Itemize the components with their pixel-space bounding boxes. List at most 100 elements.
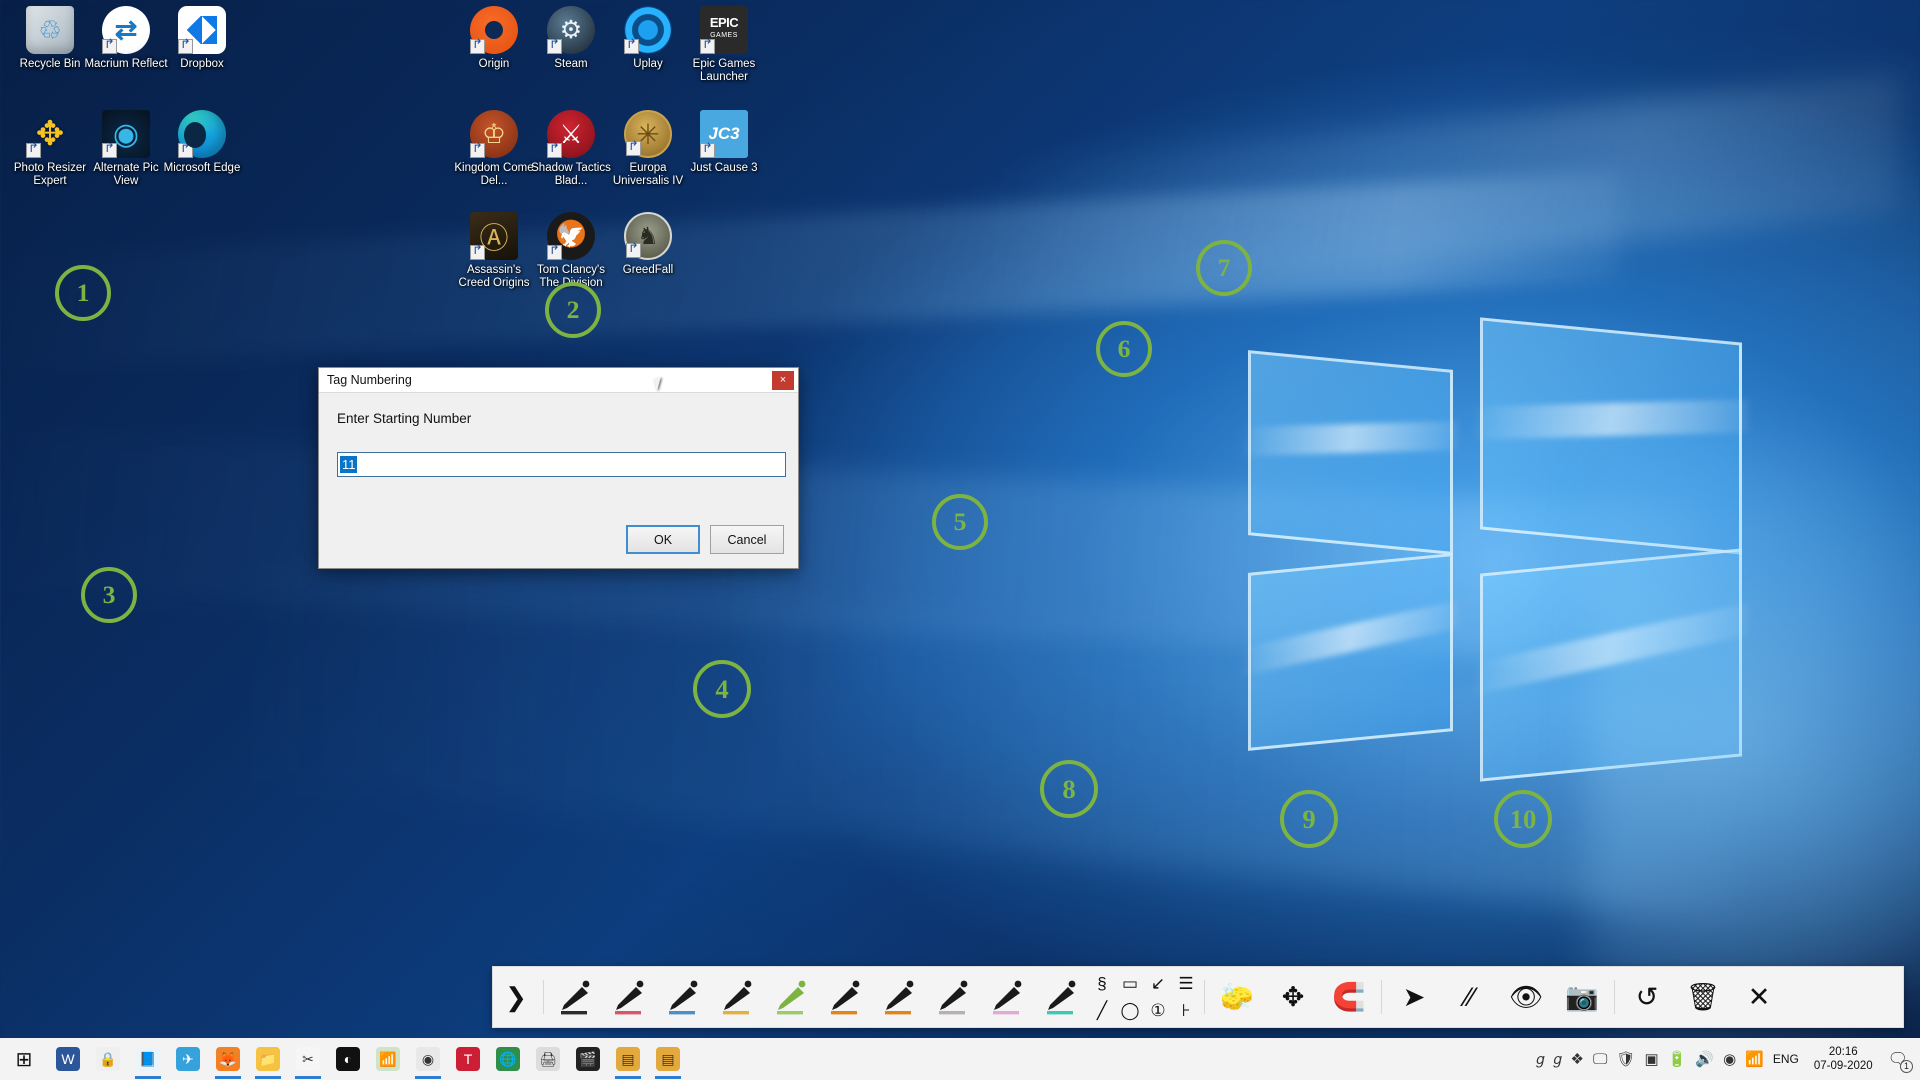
- tray-display[interactable]: 🖵: [1593, 1051, 1607, 1068]
- taskbar-window-app-1[interactable]: ▤: [608, 1038, 648, 1080]
- taskbar-globe-app[interactable]: 🌐: [488, 1038, 528, 1080]
- desktop-icon[interactable]: Steam: [527, 6, 615, 71]
- desktop-icon[interactable]: Assassin's Creed Origins: [450, 212, 538, 290]
- number-tag[interactable]: 9: [1280, 790, 1338, 848]
- taskbar-password-lock[interactable]: 🔒: [88, 1038, 128, 1080]
- photo-resizer-expert-icon: [26, 110, 74, 158]
- highlighter-orange[interactable]: [872, 968, 926, 1026]
- tray-grammarly-1[interactable]: 𝑔: [1536, 1051, 1544, 1068]
- tray-volume[interactable]: 🔊: [1695, 1050, 1714, 1068]
- eraser-tool[interactable]: 🧽: [1209, 968, 1265, 1026]
- taskbar-snipping-tool[interactable]: ✂: [288, 1038, 328, 1080]
- pen-red[interactable]: [602, 968, 656, 1026]
- tray-dropbox[interactable]: ❖: [1571, 1050, 1584, 1068]
- rectangle-tool[interactable]: ▭: [1122, 975, 1138, 992]
- taskbar-t-app[interactable]: T: [448, 1038, 488, 1080]
- screenshot-button[interactable]: 📷: [1554, 968, 1610, 1026]
- number-tag[interactable]: 3: [81, 567, 137, 623]
- pen-black[interactable]: [548, 968, 602, 1026]
- pen-yellow[interactable]: [710, 968, 764, 1026]
- origin-icon: [470, 6, 518, 54]
- tray-security[interactable]: 🛡: [1616, 1050, 1635, 1068]
- desktop-icon[interactable]: Dropbox: [158, 6, 246, 71]
- taskbar-file-viewer[interactable]: 📘: [128, 1038, 168, 1080]
- numbered-circle-tool[interactable]: ①: [1150, 1002, 1165, 1019]
- logo-pane: [1248, 553, 1453, 751]
- select-cursor-tool[interactable]: ➤: [1386, 968, 1442, 1026]
- pen-grey[interactable]: [926, 968, 980, 1026]
- undo-button[interactable]: ↺: [1619, 968, 1675, 1026]
- start-button[interactable]: ⊞: [0, 1038, 48, 1080]
- pen-green[interactable]: [764, 968, 818, 1026]
- desktop-icon[interactable]: Tom Clancy's The Division: [527, 212, 615, 290]
- taskbar-printer-app[interactable]: 🖨: [528, 1038, 568, 1080]
- number-tag[interactable]: 2: [545, 282, 601, 338]
- notification-center-button[interactable]: 🗨 1: [1888, 1049, 1913, 1073]
- desktop-icon[interactable]: Just Cause 3: [680, 110, 768, 175]
- move-tool[interactable]: ✥: [1265, 968, 1321, 1026]
- tray-network[interactable]: 📶: [1745, 1050, 1764, 1068]
- desktop-icon[interactable]: Uplay: [604, 6, 692, 71]
- taskbar-firefox[interactable]: 🦊: [208, 1038, 248, 1080]
- taskbar-black-app[interactable]: ◐: [328, 1038, 368, 1080]
- taskbar-word[interactable]: W: [48, 1038, 88, 1080]
- desktop-icon[interactable]: Shadow Tactics Blad...: [527, 110, 615, 188]
- taskbar-video-editor[interactable]: 🎬: [568, 1038, 608, 1080]
- number-tag[interactable]: 8: [1040, 760, 1098, 818]
- taskbar-chrome[interactable]: ◉: [408, 1038, 448, 1080]
- number-tag[interactable]: 6: [1096, 321, 1152, 377]
- tray-app[interactable]: ▣: [1645, 1050, 1659, 1068]
- taskbar-window-app-2[interactable]: ▤: [648, 1038, 688, 1080]
- freehand-scribble-tool[interactable]: §: [1097, 975, 1106, 992]
- pen-blue[interactable]: [656, 968, 710, 1026]
- delete-all-button[interactable]: 🗑: [1675, 968, 1731, 1026]
- desktop-icon[interactable]: Epic Games Launcher: [680, 6, 768, 84]
- strokes-tool[interactable]: ⁄⁄: [1442, 968, 1498, 1026]
- desktop-icon[interactable]: Recycle Bin: [6, 6, 94, 71]
- taskbar-telegram[interactable]: ✈: [168, 1038, 208, 1080]
- close-icon[interactable]: ×: [772, 370, 794, 390]
- desktop-icon[interactable]: Photo Resizer Expert: [6, 110, 94, 188]
- magnet-tool[interactable]: 🧲: [1321, 968, 1377, 1026]
- arrow-tool[interactable]: ↙: [1151, 975, 1165, 992]
- language-indicator[interactable]: ENG: [1773, 1052, 1799, 1066]
- visibility-toggle[interactable]: 👁: [1498, 968, 1554, 1026]
- ok-button[interactable]: OK: [626, 525, 700, 554]
- clock[interactable]: 20:16 07-09-2020: [1814, 1045, 1873, 1073]
- tray-battery[interactable]: 🔋: [1668, 1050, 1687, 1068]
- taskbar-app-list: W 🔒 📘 ✈ 🦊 📁 ✂ ◐ 📶 ◉ T 🌐 🖨 🎬 ▤ ▤: [48, 1038, 688, 1080]
- number-tag[interactable]: 7: [1196, 240, 1252, 296]
- desktop-icon[interactable]: Kingdom Come Del...: [450, 110, 538, 188]
- desktop-icon[interactable]: Macrium Reflect: [82, 6, 170, 71]
- line-tool[interactable]: ╱: [1097, 1002, 1107, 1019]
- tray-grammarly-2[interactable]: 𝑔: [1553, 1051, 1561, 1068]
- desktop-icon[interactable]: Origin: [450, 6, 538, 71]
- taskbar-file-explorer[interactable]: 📁: [248, 1038, 288, 1080]
- taskbar-feed-reader[interactable]: 📶: [368, 1038, 408, 1080]
- number-tag[interactable]: 5: [932, 494, 988, 550]
- desktop-icon[interactable]: Alternate Pic View: [82, 110, 170, 188]
- cancel-button[interactable]: Cancel: [710, 525, 784, 554]
- macrium-reflect-icon: [102, 6, 150, 54]
- starting-number-input[interactable]: 11: [337, 452, 786, 477]
- ellipse-tool[interactable]: ◯: [1120, 1002, 1139, 1019]
- pen-teal[interactable]: [1034, 968, 1088, 1026]
- tray-chrome[interactable]: ◉: [1723, 1050, 1736, 1068]
- dimension-tool[interactable]: ⊦: [1182, 1002, 1191, 1019]
- text-lines-tool[interactable]: ☰: [1178, 975, 1193, 992]
- pen-pink[interactable]: [980, 968, 1034, 1026]
- desktop-icon[interactable]: GreedFall: [604, 212, 692, 277]
- desktop-icon[interactable]: Microsoft Edge: [158, 110, 246, 175]
- light-ray: [0, 171, 1620, 369]
- tag-numbering-dialog: Tag Numbering × Enter Starting Number 11…: [318, 367, 799, 569]
- desktop-icon[interactable]: Europa Universalis IV: [604, 110, 692, 188]
- number-tag[interactable]: 4: [693, 660, 751, 718]
- annotation-toolbar: ❯ § ▭ ↙ ☰ ╱ ◯ ① ⊦ 🧽 ✥ 🧲 ➤ ⁄⁄ 👁 📷 ↺ 🗑 ✕: [492, 966, 1904, 1028]
- pen-orange[interactable]: [818, 968, 872, 1026]
- number-tag[interactable]: 1: [55, 265, 111, 321]
- expand-toolbar-button[interactable]: ❯: [493, 968, 539, 1026]
- shortcut-overlay-icon: [700, 140, 715, 158]
- close-toolbar-button[interactable]: ✕: [1731, 968, 1787, 1026]
- recycle-bin-icon: [26, 6, 74, 54]
- number-tag[interactable]: 10: [1494, 790, 1552, 848]
